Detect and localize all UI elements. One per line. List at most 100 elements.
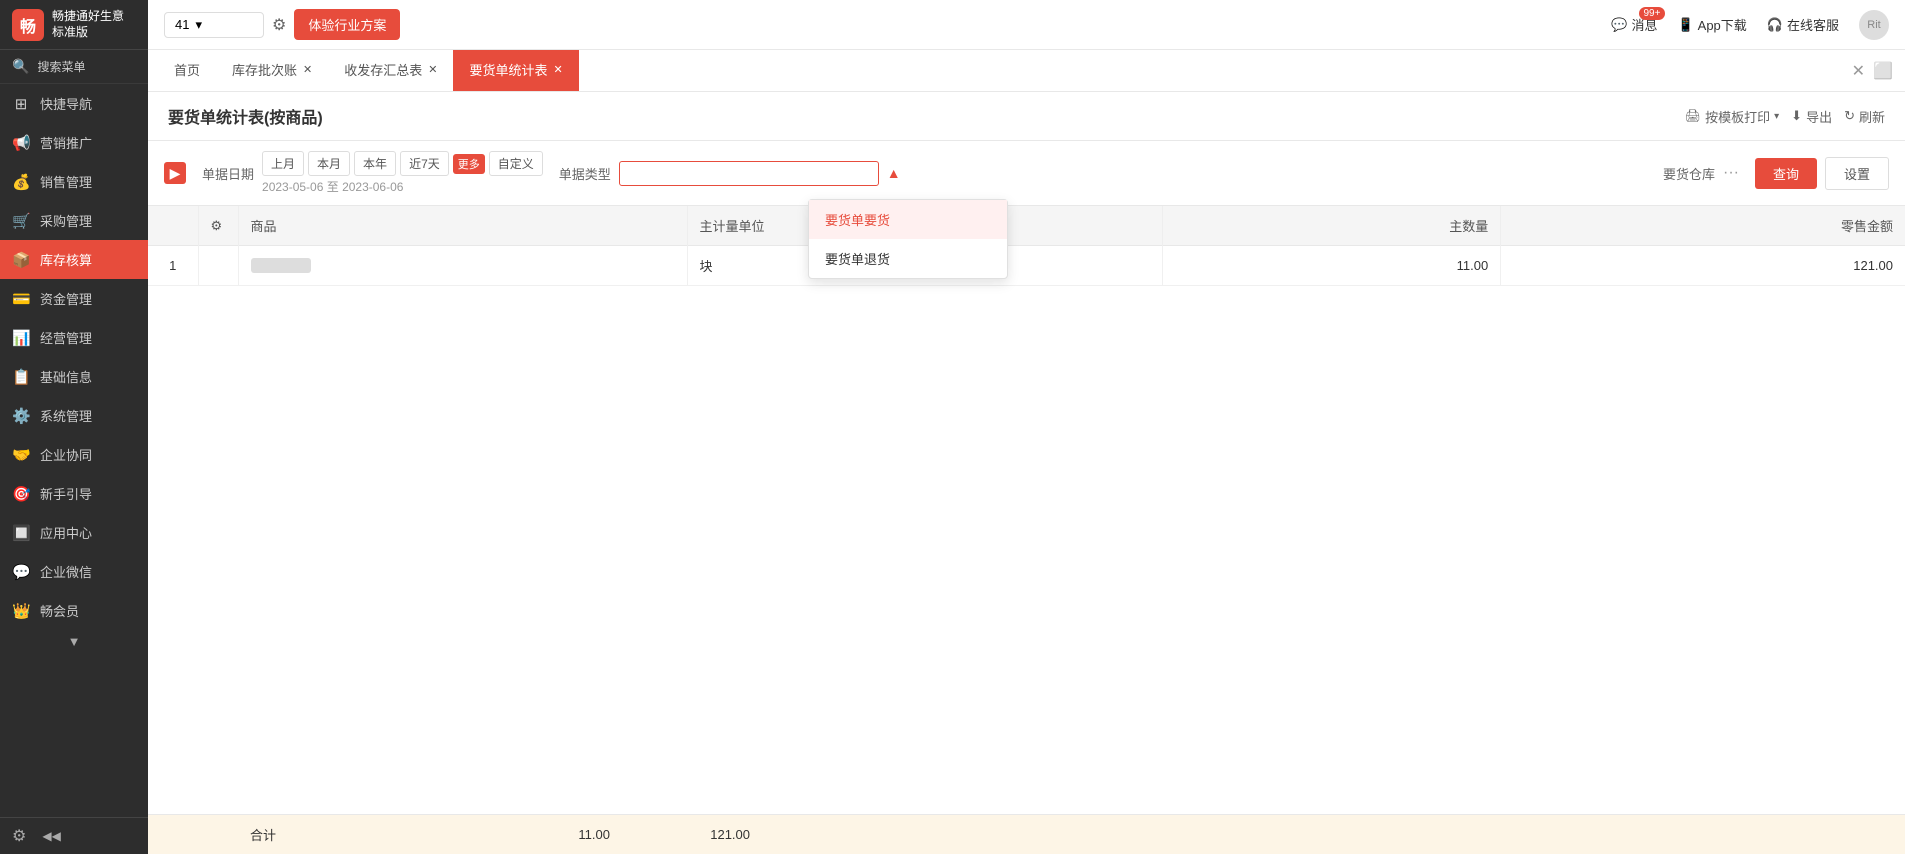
company-arrow-icon: ▾	[195, 17, 202, 33]
topbar-left: 41 ▾ ⚙ 体验行业方案	[164, 9, 400, 40]
row-product	[238, 246, 687, 286]
tab-inventory-batch[interactable]: 库存批次账 ✕	[216, 50, 328, 91]
refresh-icon: ↻	[1844, 108, 1855, 124]
tab-close-all-icon[interactable]: ✕	[1852, 61, 1865, 81]
table-header-row: ⚙ 商品 主计量单位 主数量 零售金额	[148, 206, 1905, 246]
page-content: 要货单统计表(按商品) 🖨 按模板打印 ▾ ⬇ 导出 ↻ 刷新 ▶	[148, 92, 1905, 854]
basic-icon: 📋	[12, 368, 30, 386]
page-actions: 🖨 按模板打印 ▾ ⬇ 导出 ↻ 刷新	[1685, 107, 1885, 126]
topbar: 41 ▾ ⚙ 体验行业方案 💬 消息 99+ 📱 App下载 🎧 在线客服	[148, 0, 1905, 50]
export-button[interactable]: ⬇ 导出	[1791, 107, 1832, 126]
warehouse-more-icon[interactable]: ···	[1723, 164, 1739, 182]
print-dropdown-icon: ▾	[1774, 111, 1779, 122]
sidebar-item-enterprise[interactable]: 🤝 企业协同	[0, 435, 148, 474]
appstore-icon: 🔲	[12, 524, 30, 542]
query-button[interactable]: 查询	[1755, 158, 1817, 189]
date-filter-group: 单据日期 上月 本月 本年 近7天 更多 自定义 2023-05-06 至 20…	[202, 151, 543, 195]
refresh-button[interactable]: ↻ 刷新	[1844, 107, 1885, 126]
member-icon: 👑	[12, 602, 30, 620]
settings-bottom-icon[interactable]: ⚙	[12, 826, 26, 846]
collapse-icon[interactable]: ◀◀	[42, 829, 60, 843]
table-container: ⚙ 商品 主计量单位 主数量 零售金额 1	[148, 206, 1905, 814]
messages-item[interactable]: 💬 消息 99+	[1611, 15, 1657, 34]
sidebar-item-inventory[interactable]: 📦 库存核算	[0, 240, 148, 279]
date-more-badge[interactable]: 更多	[453, 154, 485, 174]
sidebar-search[interactable]: 🔍 搜索菜单	[0, 50, 148, 84]
row-amount: 121.00	[1501, 246, 1905, 286]
close-inventory-batch-icon[interactable]: ✕	[303, 63, 312, 76]
type-filter-group: 单据类型 ▲	[559, 161, 901, 186]
type-dropdown-arrow-icon[interactable]: ▲	[887, 165, 901, 181]
this-month-button[interactable]: 本月	[308, 151, 350, 176]
table-footer: 合计 11.00 121.00	[148, 814, 1905, 854]
user-avatar[interactable]: Rit	[1859, 10, 1889, 40]
sidebar-item-finance[interactable]: 💳 资金管理	[0, 279, 148, 318]
topbar-right: 💬 消息 99+ 📱 App下载 🎧 在线客服 Rit	[1611, 10, 1889, 40]
filter-bar: ▶ 单据日期 上月 本月 本年 近7天 更多 自定义 2023-05-06 至 …	[148, 141, 1905, 206]
close-requisition-stats-icon[interactable]: ✕	[554, 63, 563, 76]
tab-maximize-icon[interactable]: ⬜	[1873, 61, 1893, 81]
col-settings[interactable]: ⚙	[198, 206, 238, 246]
date-buttons: 上月 本月 本年 近7天 更多 自定义	[262, 151, 543, 176]
dropdown-item-0[interactable]: 要货单要货	[809, 200, 1007, 239]
sidebar: 畅 畅捷通好生意 标准版 🔍 搜索菜单 ⊞ 快捷导航 📢 营销推广 💰 销售管理…	[0, 0, 148, 854]
app-download-item[interactable]: 📱 App下载	[1677, 15, 1746, 34]
sidebar-item-wechat[interactable]: 💬 企业微信	[0, 552, 148, 591]
finance-icon: 💳	[12, 290, 30, 308]
col-amount: 零售金额	[1501, 206, 1905, 246]
type-dropdown-menu: 要货单要货 要货单退货	[808, 199, 1008, 279]
dropdown-item-1[interactable]: 要货单退货	[809, 239, 1007, 278]
print-template-button[interactable]: 🖨 按模板打印 ▾	[1685, 107, 1780, 126]
warehouse-filter-group: 要货仓库 ···	[1663, 164, 1739, 183]
col-product: 商品	[238, 206, 687, 246]
date-custom-button[interactable]: 自定义	[489, 151, 543, 176]
company-selector[interactable]: 41 ▾	[164, 12, 264, 38]
sidebar-item-purchase[interactable]: 🛒 采购管理	[0, 201, 148, 240]
row-quantity: 11.00	[1163, 246, 1501, 286]
filter-settings-button[interactable]: 设置	[1825, 157, 1889, 190]
sidebar-item-appstore[interactable]: 🔲 应用中心	[0, 513, 148, 552]
sidebar-item-operation[interactable]: 📊 经营管理	[0, 318, 148, 357]
sidebar-item-member[interactable]: 👑 畅会员	[0, 591, 148, 630]
filter-actions: 查询 设置	[1755, 157, 1889, 190]
customer-service-item[interactable]: 🎧 在线客服	[1767, 15, 1839, 34]
tabbar: 首页 库存批次账 ✕ 收发存汇总表 ✕ 要货单统计表 ✕ ✕ ⬜	[148, 50, 1905, 92]
logo-text: 畅捷通好生意 标准版	[52, 9, 124, 40]
sidebar-item-quick-nav[interactable]: ⊞ 快捷导航	[0, 84, 148, 123]
sidebar-bottom: ⚙ ◀◀	[0, 817, 148, 854]
table-row: 1 块 11.00 121.00	[148, 246, 1905, 286]
sidebar-item-marketing[interactable]: 📢 营销推广	[0, 123, 148, 162]
data-table: ⚙ 商品 主计量单位 主数量 零售金额 1	[148, 206, 1905, 286]
filter-expand-button[interactable]: ▶	[164, 162, 186, 184]
sales-icon: 💰	[12, 173, 30, 191]
app-download-icon: 📱	[1677, 17, 1693, 33]
sidebar-scroll-down[interactable]: ▼	[0, 630, 148, 653]
tab-dispatch-summary[interactable]: 收发存汇总表 ✕	[328, 50, 453, 91]
close-dispatch-summary-icon[interactable]: ✕	[428, 63, 437, 76]
page-title: 要货单统计表(按商品)	[168, 104, 323, 128]
quick-nav-icon: ⊞	[12, 95, 30, 113]
marketing-icon: 📢	[12, 134, 30, 152]
footer-amount: 121.00	[630, 827, 750, 842]
type-input[interactable]	[619, 161, 879, 186]
tab-home[interactable]: 首页	[158, 50, 216, 91]
footer-label: 合计	[250, 825, 410, 844]
trial-button[interactable]: 体验行业方案	[294, 9, 400, 40]
purchase-icon: 🛒	[12, 212, 30, 230]
table-settings-icon[interactable]: ⚙	[211, 218, 223, 233]
this-year-button[interactable]: 本年	[354, 151, 396, 176]
last-month-button[interactable]: 上月	[262, 151, 304, 176]
avatar-image: Rit	[1859, 10, 1889, 40]
topbar-settings-icon[interactable]: ⚙	[272, 15, 286, 35]
last-7-days-button[interactable]: 近7天	[400, 151, 449, 176]
inventory-icon: 📦	[12, 251, 30, 269]
sidebar-item-system[interactable]: ⚙️ 系统管理	[0, 396, 148, 435]
logo-icon: 畅	[12, 9, 44, 41]
tab-actions: ✕ ⬜	[1840, 50, 1905, 91]
sidebar-item-basic[interactable]: 📋 基础信息	[0, 357, 148, 396]
sidebar-item-sales[interactable]: 💰 销售管理	[0, 162, 148, 201]
sidebar-item-guide[interactable]: 🎯 新手引导	[0, 474, 148, 513]
tab-requisition-stats[interactable]: 要货单统计表 ✕	[453, 50, 578, 91]
col-quantity: 主数量	[1163, 206, 1501, 246]
footer-quantity: 11.00	[510, 827, 610, 842]
